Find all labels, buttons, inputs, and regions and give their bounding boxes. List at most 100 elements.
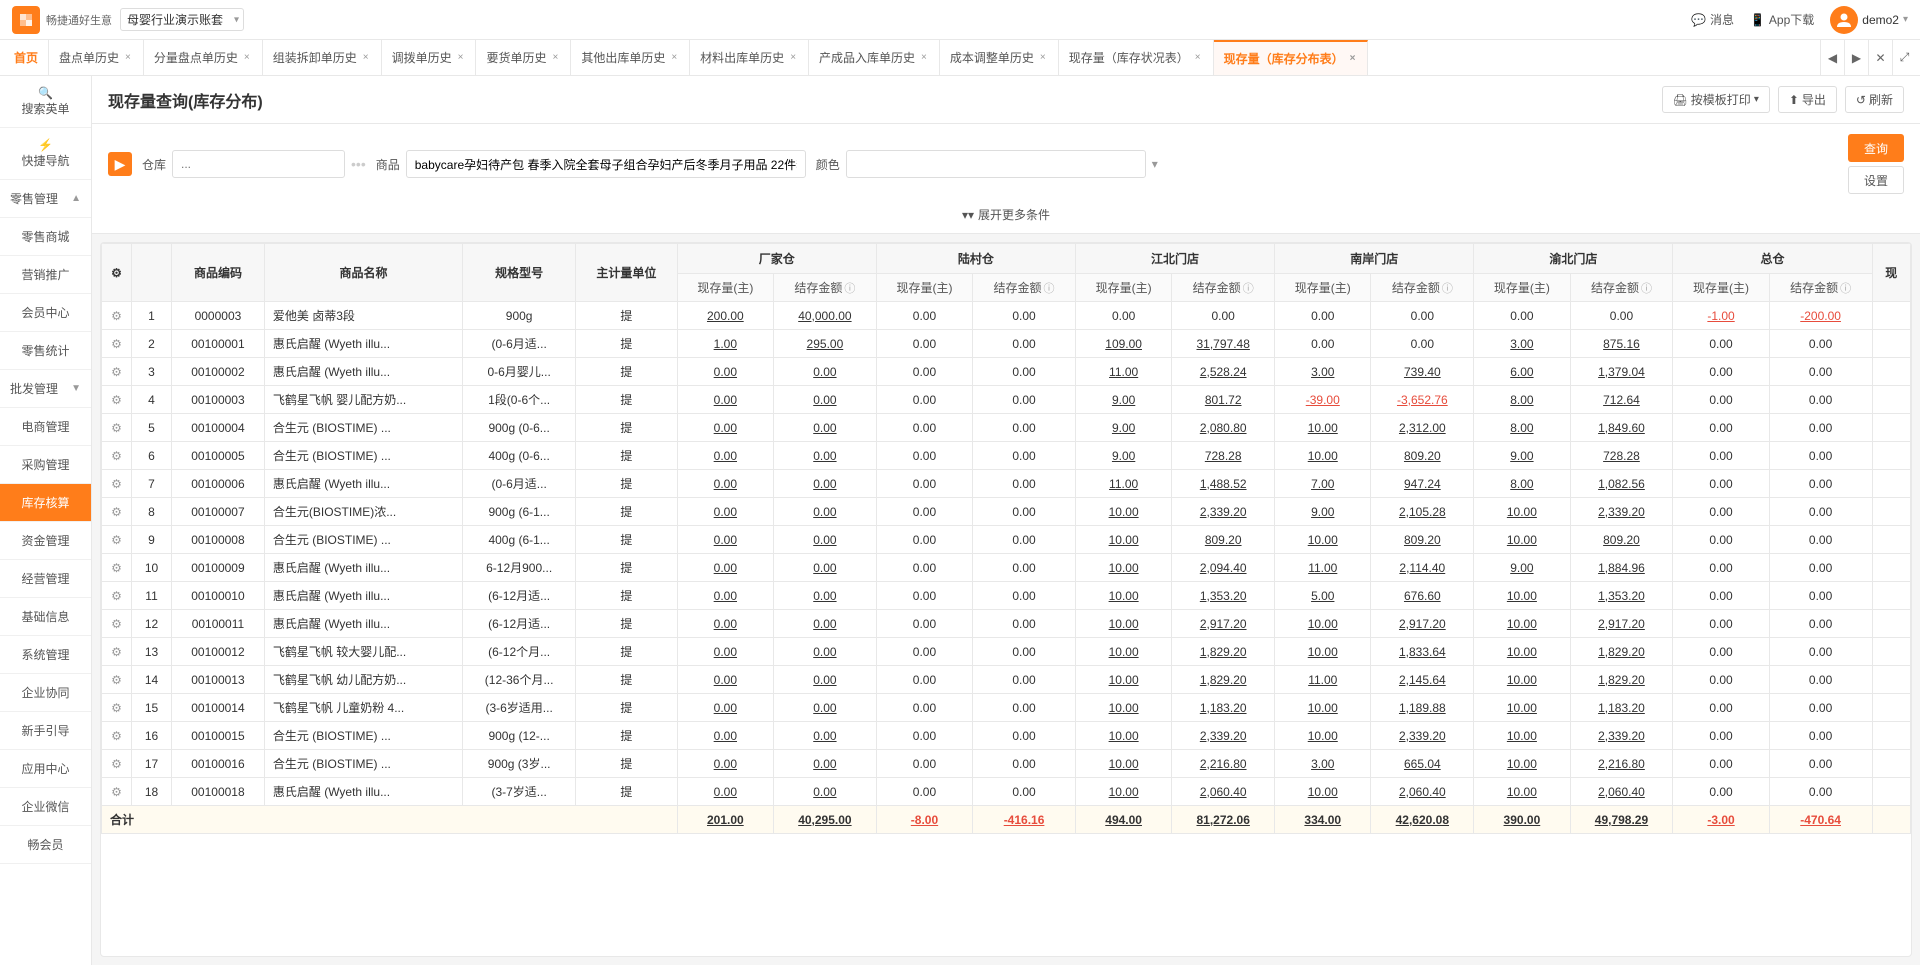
row-na-qty[interactable]: 9.00: [1275, 498, 1371, 526]
row-total-amt[interactable]: 0.00: [1769, 498, 1872, 526]
goods-input[interactable]: [406, 150, 806, 178]
tab-requisition[interactable]: 要货单历史 ×: [476, 40, 571, 76]
row-fj-qty[interactable]: 0.00: [677, 582, 773, 610]
sidebar-item-newbie[interactable]: 新手引导: [0, 712, 91, 750]
tab-close-other[interactable]: ×: [669, 51, 679, 64]
sidebar-item-retail-stats[interactable]: 零售统计: [0, 332, 91, 370]
row-settings[interactable]: ⚙: [102, 302, 132, 330]
row-jb-amt[interactable]: 1,183.20: [1172, 694, 1275, 722]
row-yb-amt[interactable]: 1,082.56: [1570, 470, 1673, 498]
row-yb-qty[interactable]: 10.00: [1474, 666, 1570, 694]
row-jb-qty[interactable]: 10.00: [1075, 582, 1171, 610]
row-total-amt[interactable]: 0.00: [1769, 470, 1872, 498]
row-total-amt[interactable]: 0.00: [1769, 526, 1872, 554]
tab-stock-status[interactable]: 现存量（库存状况表） ×: [1059, 40, 1214, 76]
search-btn[interactable]: 查询: [1848, 134, 1904, 162]
row-total-amt[interactable]: 0.00: [1769, 778, 1872, 806]
tab-nav-close[interactable]: ✕: [1868, 40, 1892, 76]
row-total-amt[interactable]: 0.00: [1769, 442, 1872, 470]
total-na-amt[interactable]: 42,620.08: [1371, 806, 1474, 834]
row-yb-qty[interactable]: 10.00: [1474, 582, 1570, 610]
row-jb-amt[interactable]: 0.00: [1172, 302, 1275, 330]
row-jb-amt[interactable]: 2,080.80: [1172, 414, 1275, 442]
row-yb-amt[interactable]: 1,829.20: [1570, 638, 1673, 666]
row-total-qty[interactable]: 0.00: [1673, 386, 1769, 414]
row-jb-amt[interactable]: 809.20: [1172, 526, 1275, 554]
row-lc-amt[interactable]: 0.00: [973, 442, 1076, 470]
row-jb-qty[interactable]: 0.00: [1075, 302, 1171, 330]
row-total-amt[interactable]: 0.00: [1769, 330, 1872, 358]
row-na-amt[interactable]: 947.24: [1371, 470, 1474, 498]
row-fj-qty[interactable]: 0.00: [677, 358, 773, 386]
sidebar-item-shortcuts[interactable]: ⚡ 快捷导航: [0, 128, 91, 180]
row-na-amt[interactable]: 1,189.88: [1371, 694, 1474, 722]
row-total-amt[interactable]: -200.00: [1769, 302, 1872, 330]
row-na-amt[interactable]: 2,060.40: [1371, 778, 1474, 806]
row-na-amt[interactable]: 809.20: [1371, 442, 1474, 470]
row-fj-amt[interactable]: 0.00: [773, 470, 876, 498]
row-lc-qty[interactable]: 0.00: [876, 526, 972, 554]
row-lc-amt[interactable]: 0.00: [973, 554, 1076, 582]
sidebar-item-wholesale[interactable]: 批发管理 ▼: [0, 370, 91, 408]
row-yb-amt[interactable]: 1,379.04: [1570, 358, 1673, 386]
total-jb-qty[interactable]: 494.00: [1075, 806, 1171, 834]
row-yb-amt[interactable]: 1,849.60: [1570, 414, 1673, 442]
row-lc-qty[interactable]: 0.00: [876, 638, 972, 666]
row-jb-qty[interactable]: 9.00: [1075, 442, 1171, 470]
total-total-qty[interactable]: -3.00: [1673, 806, 1769, 834]
row-total-amt[interactable]: 0.00: [1769, 386, 1872, 414]
tab-finished-in[interactable]: 产成品入库单历史 ×: [809, 40, 940, 76]
row-fj-amt[interactable]: 0.00: [773, 386, 876, 414]
row-lc-amt[interactable]: 0.00: [973, 666, 1076, 694]
tab-material-out[interactable]: 材料出库单历史 ×: [690, 40, 809, 76]
export-btn[interactable]: ⬆ 导出: [1778, 86, 1837, 113]
row-fj-qty[interactable]: 0.00: [677, 526, 773, 554]
tab-branch-count[interactable]: 分量盘点单历史 ×: [144, 40, 263, 76]
row-total-amt[interactable]: 0.00: [1769, 638, 1872, 666]
row-lc-qty[interactable]: 0.00: [876, 498, 972, 526]
row-lc-amt[interactable]: 0.00: [973, 582, 1076, 610]
sidebar-item-search[interactable]: 🔍 搜索英单: [0, 76, 91, 128]
row-lc-qty[interactable]: 0.00: [876, 778, 972, 806]
tab-home[interactable]: 首页: [4, 40, 49, 76]
row-yb-qty[interactable]: 8.00: [1474, 414, 1570, 442]
total-fj-qty[interactable]: 201.00: [677, 806, 773, 834]
row-na-amt[interactable]: 2,312.00: [1371, 414, 1474, 442]
row-lc-qty[interactable]: 0.00: [876, 358, 972, 386]
row-yb-qty[interactable]: 0.00: [1474, 302, 1570, 330]
row-fj-qty[interactable]: 0.00: [677, 666, 773, 694]
row-jb-qty[interactable]: 10.00: [1075, 638, 1171, 666]
row-yb-qty[interactable]: 10.00: [1474, 498, 1570, 526]
row-na-amt[interactable]: 2,917.20: [1371, 610, 1474, 638]
row-na-amt[interactable]: 739.40: [1371, 358, 1474, 386]
row-total-qty[interactable]: 0.00: [1673, 442, 1769, 470]
sidebar-item-retail-store[interactable]: 零售商城: [0, 218, 91, 256]
sidebar-item-inventory[interactable]: 库存核算: [0, 484, 91, 522]
row-yb-qty[interactable]: 6.00: [1474, 358, 1570, 386]
row-na-amt[interactable]: 676.60: [1371, 582, 1474, 610]
row-lc-qty[interactable]: 0.00: [876, 722, 972, 750]
row-na-amt[interactable]: 665.04: [1371, 750, 1474, 778]
row-total-qty[interactable]: 0.00: [1673, 610, 1769, 638]
row-lc-qty[interactable]: 0.00: [876, 582, 972, 610]
row-na-qty[interactable]: 10.00: [1275, 610, 1371, 638]
row-lc-amt[interactable]: 0.00: [973, 722, 1076, 750]
industry-select[interactable]: 母婴行业演示账套 ▾: [120, 8, 244, 31]
tab-close-transfer[interactable]: ×: [456, 51, 466, 64]
row-settings[interactable]: ⚙: [102, 526, 132, 554]
row-na-qty[interactable]: -39.00: [1275, 386, 1371, 414]
setting-btn[interactable]: 设置: [1848, 166, 1904, 194]
row-na-amt[interactable]: 2,339.20: [1371, 722, 1474, 750]
row-jb-qty[interactable]: 10.00: [1075, 498, 1171, 526]
row-settings[interactable]: ⚙: [102, 778, 132, 806]
row-settings[interactable]: ⚙: [102, 358, 132, 386]
sidebar-item-system[interactable]: 系统管理: [0, 636, 91, 674]
expand-conditions-btn[interactable]: ▾▾ 展开更多条件: [962, 206, 1050, 223]
row-total-qty[interactable]: -1.00: [1673, 302, 1769, 330]
row-total-amt[interactable]: 0.00: [1769, 694, 1872, 722]
total-fj-amt[interactable]: 40,295.00: [773, 806, 876, 834]
row-yb-amt[interactable]: 2,917.20: [1570, 610, 1673, 638]
row-fj-qty[interactable]: 0.00: [677, 694, 773, 722]
row-na-qty[interactable]: 0.00: [1275, 330, 1371, 358]
row-yb-qty[interactable]: 8.00: [1474, 470, 1570, 498]
